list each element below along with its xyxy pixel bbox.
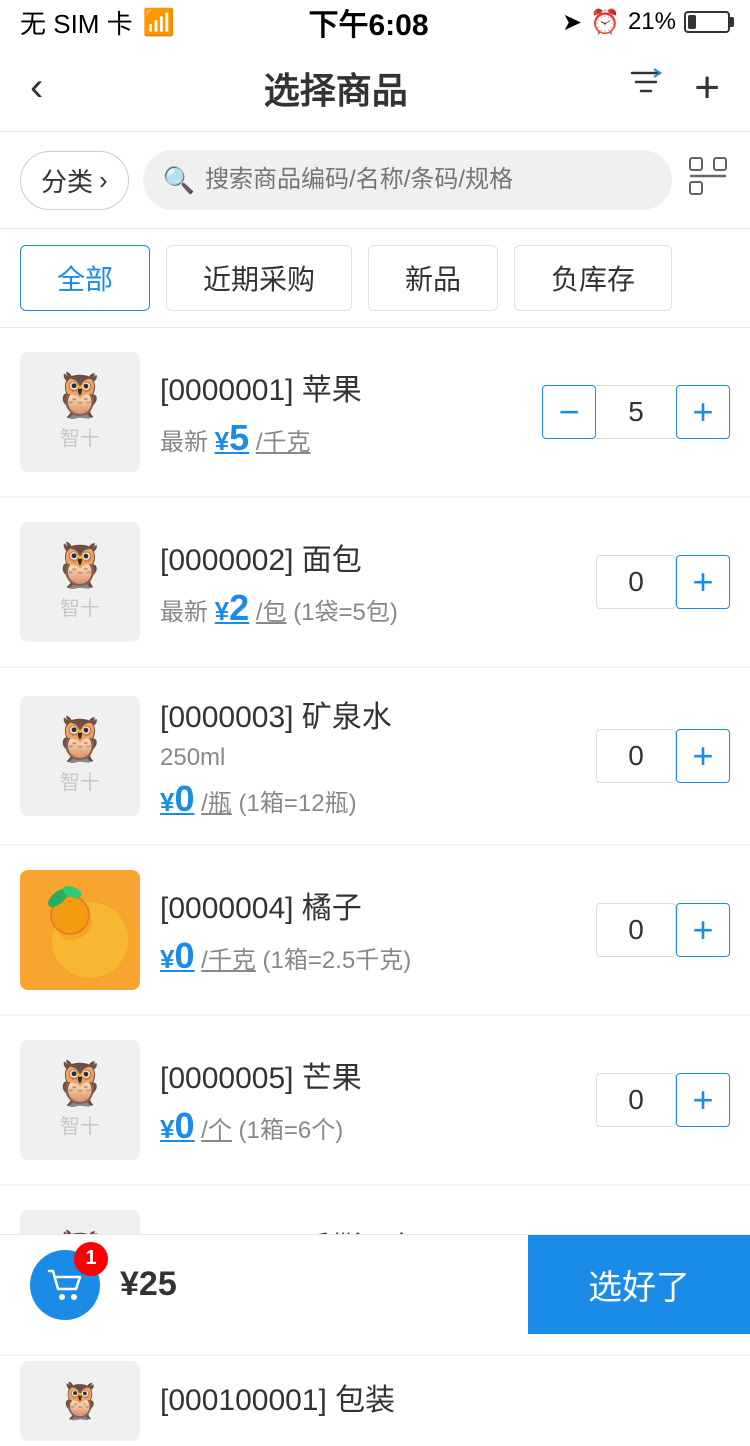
search-icon: 🔍: [163, 165, 195, 196]
owl-icon: 🦉: [58, 1383, 103, 1419]
status-time: 下午6:08: [308, 0, 428, 44]
product-thumbnail: [20, 870, 140, 990]
list-item: 🦉 智十 [0000001] 苹果 最新 ¥5 /千克 − +: [0, 328, 750, 496]
product-info: [0000001] 苹果 最新 ¥5 /千克: [160, 365, 522, 459]
tab-new[interactable]: 新品: [368, 245, 498, 311]
product-name: [000100001] 包装: [160, 1375, 730, 1419]
product-thumbnail: 🦉 智十: [20, 696, 140, 816]
cart-icon[interactable]: 1: [30, 1250, 100, 1320]
product-price: ¥0 /千克 (1箱=2.5千克): [160, 935, 576, 977]
list-item: 🦉 智十 [0000002] 面包 最新 ¥2 /包 (1袋=5包) +: [0, 498, 750, 666]
increase-button[interactable]: +: [676, 729, 730, 783]
tab-recent[interactable]: 近期采购: [166, 245, 352, 311]
confirm-button[interactable]: 选好了: [528, 1235, 750, 1334]
list-item: [0000004] 橘子 ¥0 /千克 (1箱=2.5千克) +: [0, 846, 750, 1014]
product-name: [0000004] 橘子: [160, 883, 576, 927]
category-label: 分类: [41, 162, 93, 199]
product-thumbnail: 🦉 智十: [20, 352, 140, 472]
list-item: 🦉 智十 [0000003] 矿泉水 250ml ¥0 /瓶 (1箱=12瓶) …: [0, 668, 750, 844]
product-thumbnail: 🦉 智十: [20, 522, 140, 642]
owl-icon: 🦉: [53, 718, 108, 762]
carrier-text: 无 SIM 卡: [20, 4, 133, 41]
cart-area: 1 ¥25: [0, 1250, 528, 1320]
increase-button[interactable]: +: [676, 903, 730, 957]
nav-bar: ‹ 选择商品 +: [0, 44, 750, 132]
alarm-icon: ⏰: [590, 8, 620, 37]
product-name: [0000005] 芒果: [160, 1053, 576, 1097]
add-button[interactable]: +: [694, 63, 720, 113]
search-box[interactable]: 🔍: [143, 150, 672, 210]
quantity-control: +: [596, 729, 730, 783]
product-name: [0000003] 矿泉水: [160, 692, 576, 736]
product-info: [0000004] 橘子 ¥0 /千克 (1箱=2.5千克): [160, 883, 576, 977]
battery-percent: 21%: [628, 8, 676, 36]
product-price: ¥0 /个 (1箱=6个): [160, 1105, 576, 1147]
owl-icon: 🦉: [53, 1062, 108, 1106]
owl-icon: 🦉: [53, 374, 108, 418]
cart-total: ¥25: [120, 1265, 177, 1304]
product-price: ¥0 /瓶 (1箱=12瓶): [160, 778, 576, 820]
nav-actions: +: [628, 63, 720, 113]
owl-icon: 🦉: [53, 544, 108, 588]
category-arrow: ›: [99, 165, 108, 196]
quantity-control: +: [596, 555, 730, 609]
product-info: [0000002] 面包 最新 ¥2 /包 (1袋=5包): [160, 535, 576, 629]
product-price: 最新 ¥5 /千克: [160, 417, 522, 459]
cart-badge: 1: [74, 1242, 108, 1276]
quantity-input[interactable]: [596, 555, 676, 609]
product-info: [0000005] 芒果 ¥0 /个 (1箱=6个): [160, 1053, 576, 1147]
product-info: [0000003] 矿泉水 250ml ¥0 /瓶 (1箱=12瓶): [160, 692, 576, 820]
filter-bar: 分类 › 🔍: [0, 132, 750, 229]
status-carrier: 无 SIM 卡 📶: [20, 4, 175, 41]
page-title: 选择商品: [264, 62, 408, 114]
quantity-input[interactable]: [596, 385, 676, 439]
product-thumbnail: 🦉 智十: [20, 1040, 140, 1160]
battery-icon: [684, 11, 730, 33]
quantity-input[interactable]: [596, 1073, 676, 1127]
decrease-button[interactable]: −: [542, 385, 596, 439]
list-item: 🦉 [000100001] 包装: [0, 1356, 750, 1446]
status-bar: 无 SIM 卡 📶 下午6:08 ➤ ⏰ 21%: [0, 0, 750, 44]
product-thumbnail: 🦉: [20, 1361, 140, 1441]
category-button[interactable]: 分类 ›: [20, 151, 129, 210]
tab-negative[interactable]: 负库存: [514, 245, 672, 311]
quantity-control: +: [596, 903, 730, 957]
product-name: [0000002] 面包: [160, 535, 576, 579]
bottom-bar: 1 ¥25 选好了: [0, 1234, 750, 1334]
tab-bar: 全部 近期采购 新品 负库存: [0, 229, 750, 328]
quantity-control: − +: [542, 385, 730, 439]
increase-button[interactable]: +: [676, 1073, 730, 1127]
search-input[interactable]: [205, 166, 652, 194]
product-name: [0000001] 苹果: [160, 365, 522, 409]
quantity-control: +: [596, 1073, 730, 1127]
product-info: [000100001] 包装: [160, 1375, 730, 1427]
increase-button[interactable]: +: [676, 385, 730, 439]
quantity-input[interactable]: [596, 903, 676, 957]
status-right: ➤ ⏰ 21%: [562, 8, 730, 37]
increase-button[interactable]: +: [676, 555, 730, 609]
location-icon: ➤: [562, 8, 582, 37]
back-button[interactable]: ‹: [30, 65, 43, 110]
wifi-icon: 📶: [143, 7, 175, 38]
scan-icon[interactable]: [686, 154, 730, 207]
tab-all[interactable]: 全部: [20, 245, 150, 311]
product-price: 最新 ¥2 /包 (1袋=5包): [160, 587, 576, 629]
filter-icon[interactable]: [628, 65, 664, 111]
list-item: 🦉 智十 [0000005] 芒果 ¥0 /个 (1箱=6个) +: [0, 1016, 750, 1184]
quantity-input[interactable]: [596, 729, 676, 783]
product-spec: 250ml: [160, 744, 576, 772]
